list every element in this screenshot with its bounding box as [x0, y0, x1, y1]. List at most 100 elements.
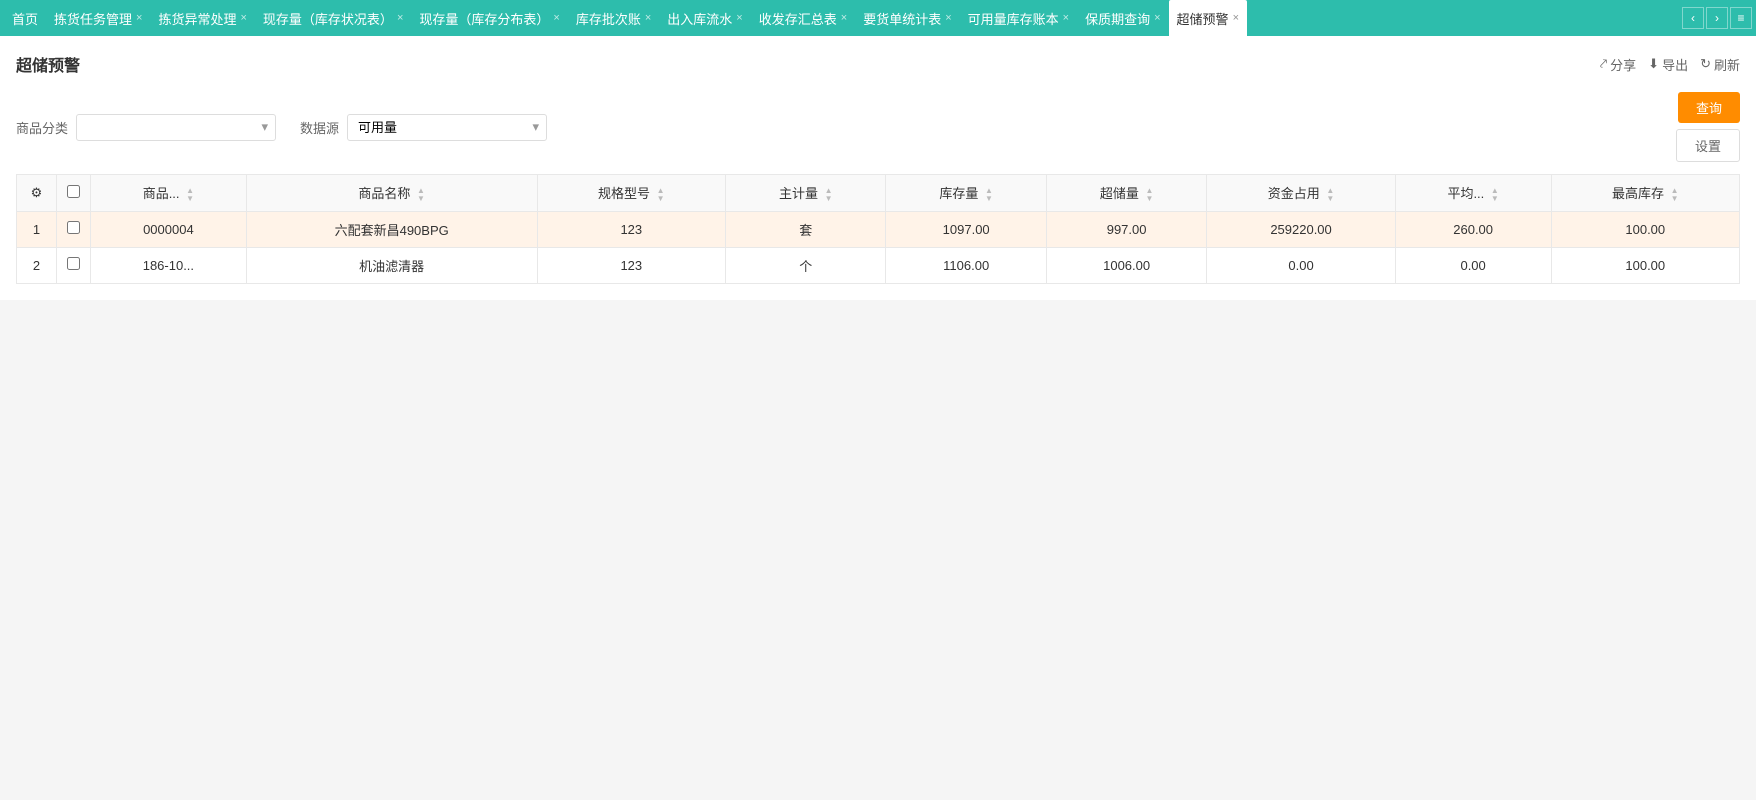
datasource-filter: 数据源 可用量 库存量: [300, 114, 547, 141]
nav-home[interactable]: 首页: [4, 0, 46, 36]
close-icon[interactable]: ×: [945, 12, 951, 24]
row-spec: 123: [537, 247, 725, 283]
row-num: 2: [17, 247, 57, 283]
sort-icon: ▲▼: [657, 187, 665, 203]
nav-available-stock[interactable]: 可用量库存账本 ×: [960, 0, 1077, 36]
table-header-row: ⚙ 商品... ▲▼ 商品名称 ▲▼ 规格型号 ▲▼ 主计: [17, 175, 1740, 212]
th-capital[interactable]: 资金占用 ▲▼: [1207, 175, 1395, 212]
th-checkbox[interactable]: [57, 175, 91, 212]
row-name: 六配套新昌490BPG: [246, 211, 537, 247]
nav-stock-status[interactable]: 现存量（库存状况表） ×: [255, 0, 411, 36]
refresh-button[interactable]: ↻ 刷新: [1700, 55, 1740, 74]
sort-icon: ▲▼: [186, 187, 194, 203]
th-avg[interactable]: 平均... ▲▼: [1395, 175, 1551, 212]
row-capital: 259220.00: [1207, 211, 1395, 247]
data-table: ⚙ 商品... ▲▼ 商品名称 ▲▼ 规格型号 ▲▼ 主计: [16, 174, 1740, 284]
nav-pick-task[interactable]: 拣货任务管理 ×: [46, 0, 150, 36]
export-button[interactable]: ⬇ 导出: [1648, 55, 1688, 74]
category-filter: 商品分类: [16, 114, 276, 141]
close-icon[interactable]: ×: [645, 12, 651, 24]
row-stock: 1097.00: [886, 211, 1046, 247]
nav-pick-exception[interactable]: 拣货异常处理 ×: [150, 0, 254, 36]
page-content: 超储预警 ⤤ 分享 ⬇ 导出 ↻ 刷新 商品分类: [0, 36, 1756, 300]
th-name[interactable]: 商品名称 ▲▼: [246, 175, 537, 212]
row-spec: 123: [537, 211, 725, 247]
row-code: 186-10...: [91, 247, 247, 283]
top-navigation: 首页 拣货任务管理 × 拣货异常处理 × 现存量（库存状况表） × 现存量（库存…: [0, 0, 1756, 36]
sort-icon: ▲▼: [1671, 187, 1679, 203]
row-maxstock: 100.00: [1551, 211, 1739, 247]
close-icon[interactable]: ×: [553, 12, 559, 24]
nav-order-stats[interactable]: 要货单统计表 ×: [855, 0, 959, 36]
close-icon[interactable]: ×: [1233, 12, 1239, 24]
nav-next-button[interactable]: ›: [1706, 7, 1728, 29]
th-settings[interactable]: ⚙: [17, 175, 57, 212]
close-icon[interactable]: ×: [240, 12, 246, 24]
header-actions: ⤤ 分享 ⬇ 导出 ↻ 刷新: [1600, 55, 1740, 74]
filter-buttons: 查询 设置: [1676, 92, 1740, 162]
row-unit: 套: [726, 211, 886, 247]
th-overstock[interactable]: 超储量 ▲▼: [1046, 175, 1206, 212]
nav-inout-flow[interactable]: 出入库流水 ×: [659, 0, 750, 36]
th-code[interactable]: 商品... ▲▼: [91, 175, 247, 212]
nav-quality-check[interactable]: 保质期查询 ×: [1077, 0, 1168, 36]
row-overstock: 997.00: [1046, 211, 1206, 247]
sort-icon: ▲▼: [1326, 187, 1334, 203]
row-name: 机油滤清器: [246, 247, 537, 283]
datasource-select-wrapper: 可用量 库存量: [347, 114, 547, 141]
sort-icon: ▲▼: [825, 187, 833, 203]
row-maxstock: 100.00: [1551, 247, 1739, 283]
share-icon: ⤤: [1600, 56, 1607, 72]
select-all-checkbox[interactable]: [67, 185, 80, 198]
row-overstock: 1006.00: [1046, 247, 1206, 283]
datasource-select[interactable]: 可用量 库存量: [347, 114, 547, 141]
datasource-label: 数据源: [300, 118, 339, 137]
nav-stock-dist[interactable]: 现存量（库存分布表） ×: [411, 0, 567, 36]
close-icon[interactable]: ×: [1154, 12, 1160, 24]
th-maxstock[interactable]: 最高库存 ▲▼: [1551, 175, 1739, 212]
query-button[interactable]: 查询: [1678, 92, 1740, 123]
close-icon[interactable]: ×: [841, 12, 847, 24]
th-spec[interactable]: 规格型号 ▲▼: [537, 175, 725, 212]
nav-prev-button[interactable]: ‹: [1682, 7, 1704, 29]
settings-button[interactable]: 设置: [1676, 129, 1740, 162]
th-unit[interactable]: 主计量 ▲▼: [726, 175, 886, 212]
share-button[interactable]: ⤤ 分享: [1600, 55, 1636, 74]
page-title: 超储预警: [16, 52, 80, 76]
filter-row: 商品分类 数据源 可用量 库存量 查询 设置: [16, 92, 1740, 162]
export-icon: ⬇: [1648, 56, 1659, 72]
sort-icon: ▲▼: [1145, 187, 1153, 203]
row-checkbox-cell[interactable]: [57, 211, 91, 247]
row-stock: 1106.00: [886, 247, 1046, 283]
sort-icon: ▲▼: [417, 187, 425, 203]
close-icon[interactable]: ×: [1063, 12, 1069, 24]
nav-overstock-warning[interactable]: 超储预警 ×: [1169, 0, 1247, 36]
nav-menu-button[interactable]: ≡: [1730, 7, 1752, 29]
table-row: 2 186-10... 机油滤清器 123 个 1106.00 1006.00 …: [17, 247, 1740, 283]
row-num: 1: [17, 211, 57, 247]
close-icon[interactable]: ×: [397, 12, 403, 24]
close-icon[interactable]: ×: [736, 12, 742, 24]
table-row: 1 0000004 六配套新昌490BPG 123 套 1097.00 997.…: [17, 211, 1740, 247]
row-avg: 260.00: [1395, 211, 1551, 247]
category-label: 商品分类: [16, 118, 68, 137]
sort-icon: ▲▼: [985, 187, 993, 203]
row-unit: 个: [726, 247, 886, 283]
row-checkbox-cell[interactable]: [57, 247, 91, 283]
close-icon[interactable]: ×: [136, 12, 142, 24]
refresh-icon: ↻: [1700, 56, 1711, 72]
row-capital: 0.00: [1207, 247, 1395, 283]
category-select-wrapper: [76, 114, 276, 141]
row-checkbox[interactable]: [67, 257, 80, 270]
sort-icon: ▲▼: [1491, 187, 1499, 203]
th-stock[interactable]: 库存量 ▲▼: [886, 175, 1046, 212]
nav-arrow-controls: ‹ › ≡: [1682, 7, 1752, 29]
table-body: 1 0000004 六配套新昌490BPG 123 套 1097.00 997.…: [17, 211, 1740, 283]
page-header: 超储预警 ⤤ 分享 ⬇ 导出 ↻ 刷新: [16, 52, 1740, 76]
row-code: 0000004: [91, 211, 247, 247]
category-select[interactable]: [76, 114, 276, 141]
row-checkbox[interactable]: [67, 221, 80, 234]
nav-summary[interactable]: 收发存汇总表 ×: [751, 0, 855, 36]
nav-batch-account[interactable]: 库存批次账 ×: [568, 0, 659, 36]
settings-icon: ⚙: [31, 185, 43, 200]
